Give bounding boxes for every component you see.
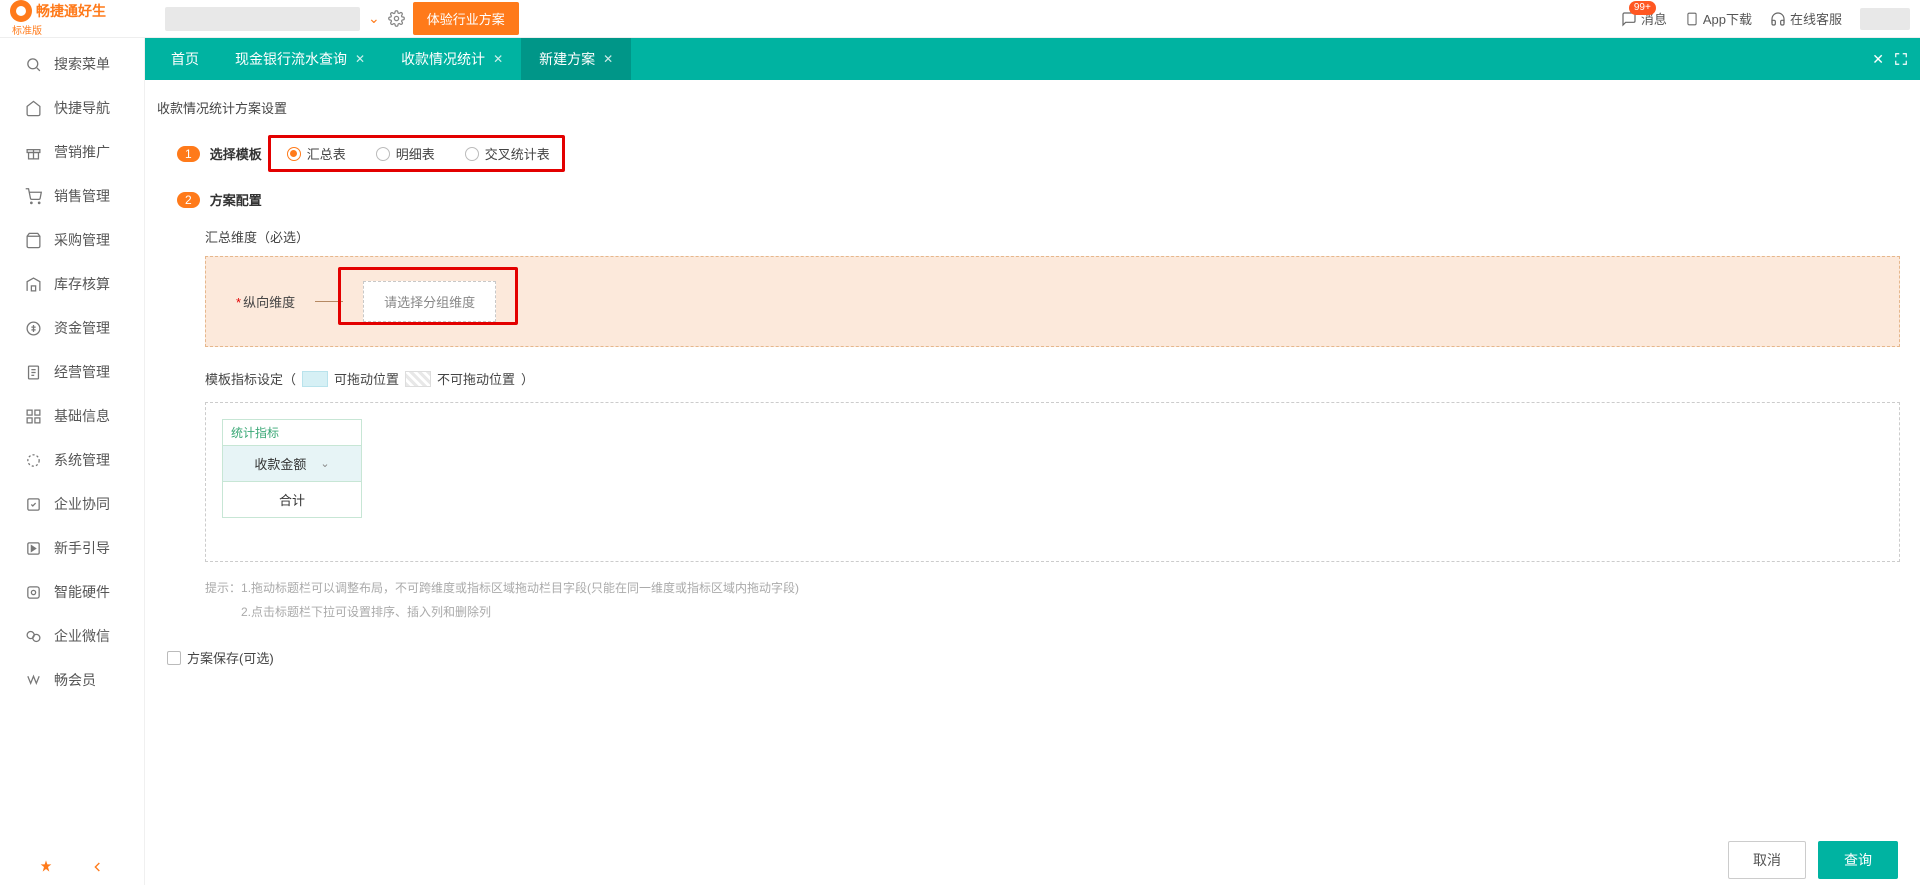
logo-area: 畅捷通好生 标准版 (10, 0, 145, 37)
step-2-label: 方案配置 (210, 190, 262, 209)
phone-icon (1685, 11, 1699, 27)
sidebar-item-hardware[interactable]: 智能硬件 (0, 570, 144, 614)
radio-summary[interactable]: 汇总表 (287, 144, 346, 163)
cancel-button[interactable]: 取消 (1728, 841, 1806, 879)
loop-icon (24, 451, 42, 469)
indicator-legend: 模板指标设定（ 可拖动位置 不可拖动位置 ） (205, 369, 1900, 388)
step-2-badge: 2 (177, 192, 200, 208)
logo-text: 畅捷通好生 (36, 1, 106, 21)
sidebar-item-vip[interactable]: 畅会员 (0, 658, 144, 702)
vip-icon (24, 671, 42, 689)
pin-icon[interactable] (38, 859, 54, 875)
sidebar-item-operation[interactable]: 经营管理 (0, 350, 144, 394)
company-selector[interactable]: ⌄ (165, 7, 380, 31)
cart-icon (24, 187, 42, 205)
arrow-icon (24, 539, 42, 557)
save-plan-row[interactable]: 方案保存(可选) (167, 648, 1900, 667)
dimension-label: *纵向维度 (236, 292, 295, 311)
sidebar-item-system[interactable]: 系统管理 (0, 438, 144, 482)
radio-detail[interactable]: 明细表 (376, 144, 435, 163)
sidebar-item-collab[interactable]: 企业协同 (0, 482, 144, 526)
sidebar-item-sales[interactable]: 销售管理 (0, 174, 144, 218)
top-header: 畅捷通好生 标准版 ⌄ 体验行业方案 99+ 消息 App下载 在线客服 (0, 0, 1920, 38)
step-2-row: 2 方案配置 (157, 190, 1900, 209)
sidebar-bottom (0, 849, 144, 885)
sync-icon (24, 495, 42, 513)
tab-bar: 首页 现金银行流水查询✕ 收款情况统计✕ 新建方案✕ ✕ (145, 38, 1920, 80)
home-icon (24, 99, 42, 117)
bag-icon (24, 231, 42, 249)
indicator-table: 统计指标 收款金额⌄ 合计 (222, 419, 362, 518)
sidebar-item-guide[interactable]: 新手引导 (0, 526, 144, 570)
search-icon (24, 55, 42, 73)
indicator-area: 统计指标 收款金额⌄ 合计 (205, 402, 1900, 562)
sidebar: 搜索菜单 快捷导航 营销推广 销售管理 采购管理 库存核算 资金管理 经营管理 … (0, 38, 145, 885)
wechat-icon (24, 627, 42, 645)
highlight-box-1: 汇总表 明细表 交叉统计表 (268, 135, 565, 172)
headset-icon (1770, 11, 1786, 27)
tab-new-plan[interactable]: 新建方案✕ (521, 38, 631, 80)
tab-cash-bank[interactable]: 现金银行流水查询✕ (217, 38, 383, 80)
customer-service-link[interactable]: 在线客服 (1770, 9, 1842, 28)
footer-buttons: 取消 查询 (1728, 841, 1898, 879)
indicator-total: 合计 (223, 482, 361, 517)
close-icon[interactable]: ✕ (355, 52, 365, 66)
app-download-link[interactable]: App下载 (1685, 9, 1752, 28)
sidebar-item-search[interactable]: 搜索菜单 (0, 42, 144, 86)
logo-icon (10, 0, 32, 22)
sidebar-item-wechat[interactable]: 企业微信 (0, 614, 144, 658)
device-icon (24, 583, 42, 601)
close-all-icon[interactable]: ✕ (1872, 51, 1884, 68)
chevron-down-icon: ⌄ (320, 457, 329, 470)
gear-icon[interactable] (388, 10, 405, 27)
sidebar-item-nav[interactable]: 快捷导航 (0, 86, 144, 130)
close-icon[interactable]: ✕ (603, 52, 613, 66)
query-button[interactable]: 查询 (1818, 841, 1898, 879)
fullscreen-icon[interactable] (1894, 52, 1908, 66)
industry-plan-button[interactable]: 体验行业方案 (413, 2, 519, 35)
step-1-badge: 1 (177, 146, 200, 162)
main: 首页 现金银行流水查询✕ 收款情况统计✕ 新建方案✕ ✕ 收款情况统计方案设置 … (145, 38, 1920, 885)
message-badge: 99+ (1629, 1, 1656, 15)
indicator-item[interactable]: 收款金额⌄ (223, 446, 361, 482)
highlight-box-2 (338, 267, 518, 325)
header-right: 99+ 消息 App下载 在线客服 (1621, 8, 1910, 30)
sidebar-item-fund[interactable]: 资金管理 (0, 306, 144, 350)
gift-icon (24, 143, 42, 161)
sidebar-item-basic[interactable]: 基础信息 (0, 394, 144, 438)
close-icon[interactable]: ✕ (493, 52, 503, 66)
collapse-icon[interactable] (90, 859, 106, 875)
sidebar-item-inventory[interactable]: 库存核算 (0, 262, 144, 306)
page-title: 收款情况统计方案设置 (157, 98, 1900, 117)
messages-link[interactable]: 99+ 消息 (1621, 9, 1667, 28)
dimension-area: *纵向维度 请选择分组维度 (205, 256, 1900, 347)
step-1-row: 1 选择模板 汇总表 明细表 交叉统计表 (157, 135, 1900, 172)
checkbox-icon[interactable] (167, 651, 181, 665)
step-1-label: 选择模板 (210, 144, 262, 163)
radio-cross[interactable]: 交叉统计表 (465, 144, 550, 163)
chevron-down-icon: ⌄ (368, 10, 380, 27)
tab-receipt-stats[interactable]: 收款情况统计✕ (383, 38, 521, 80)
swatch-locked-icon (405, 371, 431, 387)
tips: 提示：1.拖动标题栏可以调整布局，不可跨维度或指标区域拖动栏目字段(只能在同一维… (205, 576, 1900, 624)
warehouse-icon (24, 275, 42, 293)
sidebar-item-purchase[interactable]: 采购管理 (0, 218, 144, 262)
template-radio-group: 汇总表 明细表 交叉统计表 (287, 144, 550, 163)
dimension-title: 汇总维度（必选） (205, 227, 1900, 246)
logo-subtitle: 标准版 (12, 22, 42, 37)
tab-home[interactable]: 首页 (153, 38, 217, 80)
indicator-header: 统计指标 (223, 420, 361, 446)
swatch-draggable-icon (302, 371, 328, 387)
avatar[interactable] (1860, 8, 1910, 30)
content-panel: 收款情况统计方案设置 1 选择模板 汇总表 明细表 交叉统计表 2 方案配置 (145, 80, 1920, 885)
sidebar-item-marketing[interactable]: 营销推广 (0, 130, 144, 174)
doc-icon (24, 363, 42, 381)
money-icon (24, 319, 42, 337)
grid-icon (24, 407, 42, 425)
